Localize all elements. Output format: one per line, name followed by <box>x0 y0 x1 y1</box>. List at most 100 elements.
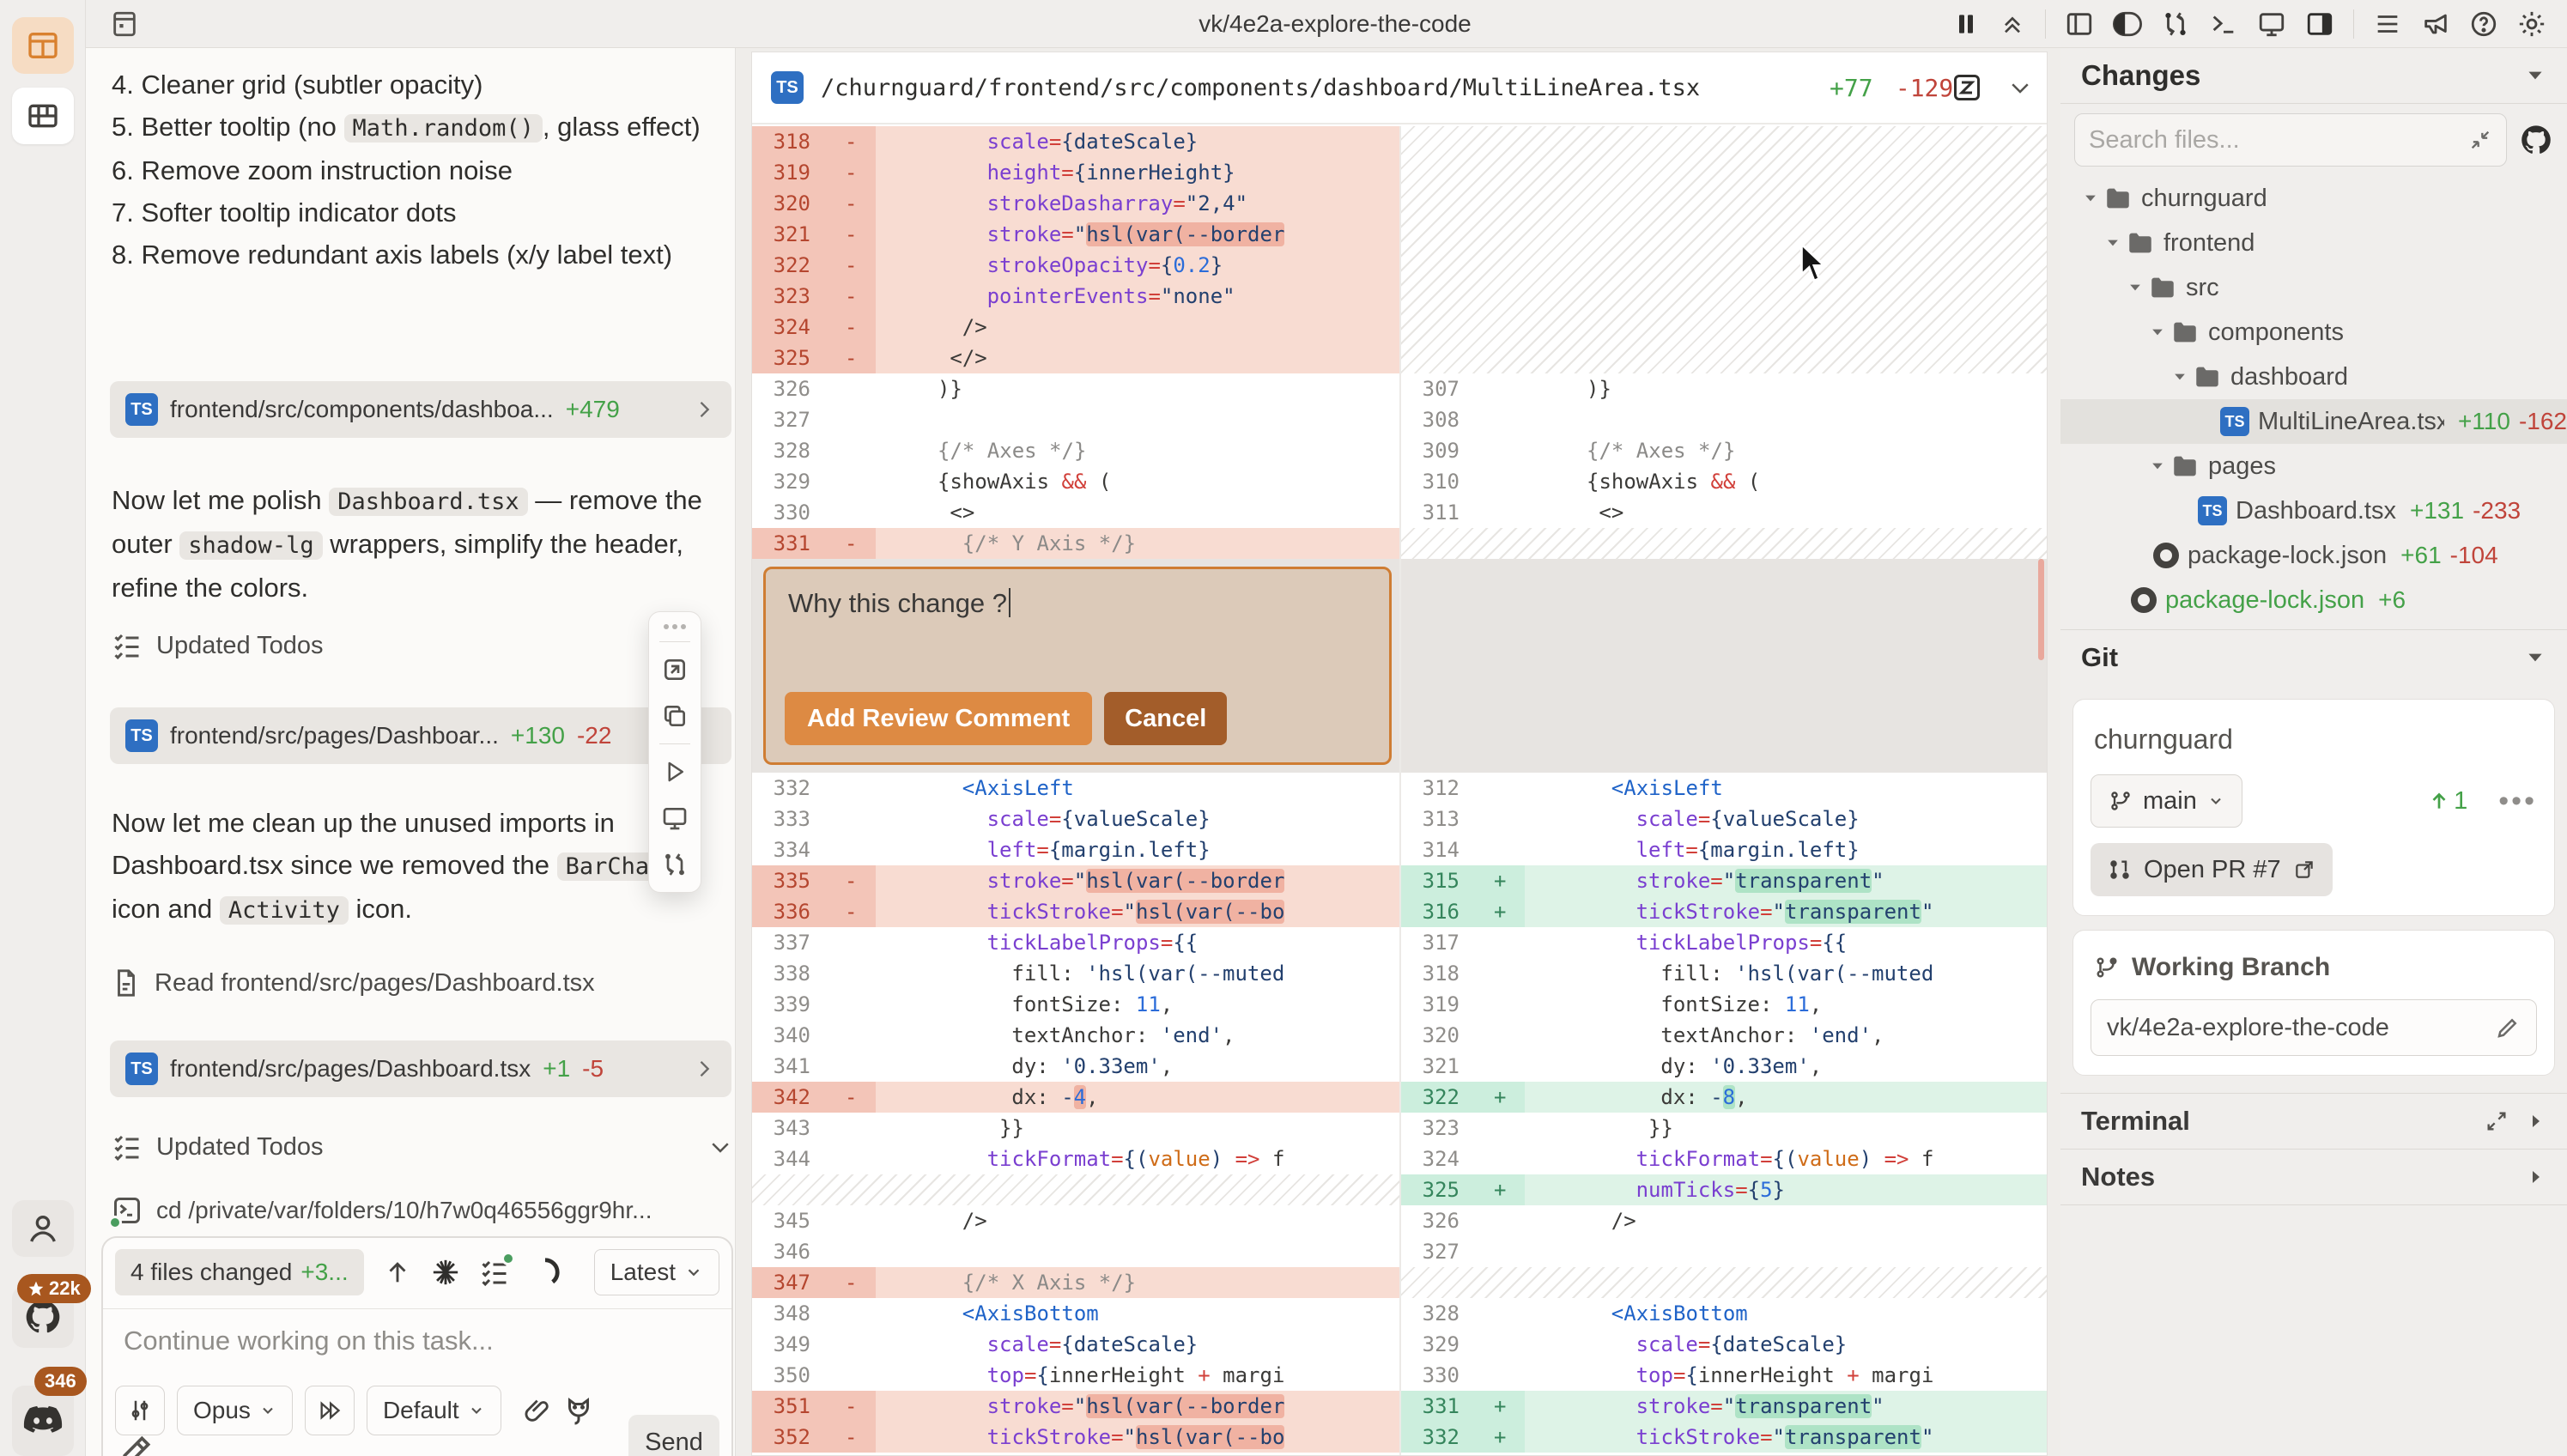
base-branch-dropdown[interactable]: main <box>2091 774 2242 828</box>
diff-line[interactable]: 345/> <box>752 1205 1399 1236</box>
diff-line[interactable]: 332<AxisLeft <box>752 773 1399 804</box>
spark-icon[interactable] <box>431 1258 460 1287</box>
diff-line[interactable]: 330top={innerHeight + margi <box>1401 1360 2048 1391</box>
diff-line[interactable]: 323}} <box>1401 1113 2048 1144</box>
terminal-prompt-icon[interactable] <box>2209 9 2238 39</box>
git-compare-icon[interactable] <box>655 846 695 883</box>
chevron-right-icon[interactable] <box>2526 1167 2546 1187</box>
diff-line[interactable]: 337tickLabelProps={{ <box>752 927 1399 958</box>
diff-line[interactable]: 324-/> <box>752 312 1399 343</box>
diff-line[interactable]: 333scale={valueScale} <box>752 804 1399 834</box>
paperclip-icon[interactable] <box>522 1396 551 1425</box>
tree-folder-pages[interactable]: pages <box>2060 444 2567 488</box>
diff-line[interactable]: 344tickFormat={(value) => f <box>752 1144 1399 1174</box>
caret-down-icon[interactable] <box>2145 458 2170 475</box>
diff-line[interactable]: 308 <box>1401 404 2048 435</box>
caret-down-icon[interactable] <box>2122 279 2148 296</box>
diff-line[interactable]: 346 <box>752 1236 1399 1267</box>
model-dropdown[interactable]: Opus <box>177 1386 293 1435</box>
diff-line[interactable]: 342-dx: -4, <box>752 1082 1399 1113</box>
caret-down-icon[interactable] <box>2145 324 2170 341</box>
collapse-tree-icon[interactable] <box>2468 128 2492 152</box>
diff-line[interactable]: 349scale={dateScale} <box>752 1329 1399 1360</box>
diff-line[interactable]: 318-scale={dateScale} <box>752 126 1399 157</box>
expand-icon[interactable] <box>2485 1109 2509 1133</box>
diff-line[interactable]: 351-stroke="hsl(var(--border <box>752 1391 1399 1422</box>
diff-line[interactable]: 321dy: '0.33em', <box>1401 1051 2048 1082</box>
terminal-section-header[interactable]: Terminal <box>2060 1094 2567 1149</box>
help-icon[interactable] <box>2469 9 2498 39</box>
diff-line[interactable]: 312<AxisLeft <box>1401 773 2048 804</box>
diff-line[interactable]: 323-pointerEvents="none" <box>752 281 1399 312</box>
collapse-up-icon[interactable] <box>1999 10 2026 38</box>
diff-line[interactable]: 334left={margin.left} <box>752 834 1399 865</box>
tree-folder-frontend[interactable]: frontend <box>2060 221 2567 265</box>
diff-line[interactable]: 321-stroke="hsl(var(--border <box>752 219 1399 250</box>
diff-line[interactable]: 329scale={dateScale} <box>1401 1329 2048 1360</box>
diff-line[interactable]: 330<> <box>752 497 1399 528</box>
diff-line[interactable]: 339fontSize: 11, <box>752 989 1399 1020</box>
cancel-button[interactable]: Cancel <box>1104 692 1227 745</box>
files-changed-chip[interactable]: 4 files changed +3... <box>115 1249 364 1295</box>
highlighter-icon[interactable] <box>117 1432 155 1456</box>
chevron-down-icon[interactable] <box>707 1134 733 1160</box>
more-options-icon[interactable]: ••• <box>2498 785 2537 818</box>
diff-line[interactable]: 328<AxisBottom <box>1401 1298 2048 1329</box>
diff-line[interactable]: 325-</> <box>752 343 1399 373</box>
diff-line[interactable]: 328{/* Axes */} <box>752 435 1399 466</box>
review-comment-input[interactable]: Why this change ? <box>788 588 1010 619</box>
panel-right-icon[interactable] <box>2305 9 2334 39</box>
workspace-box-icon[interactable] <box>110 9 139 39</box>
edit-pencil-icon[interactable] <box>2495 1015 2521 1040</box>
updated-todos-row-2[interactable]: Updated Todos <box>112 1131 733 1162</box>
discord-link[interactable] <box>12 1386 74 1456</box>
diff-line[interactable]: 350top={innerHeight + margi <box>752 1360 1399 1391</box>
diff-line[interactable]: 336-tickStroke="hsl(var(--bo <box>752 896 1399 927</box>
diff-line[interactable]: 329{showAxis && ( <box>752 466 1399 497</box>
diff-line[interactable]: 341dy: '0.33em', <box>752 1051 1399 1082</box>
diff-line[interactable]: 320textAnchor: 'end', <box>1401 1020 2048 1051</box>
diff-line[interactable]: 343}} <box>752 1113 1399 1144</box>
compose-note-icon[interactable] <box>655 651 695 689</box>
open-pr-button[interactable]: Open PR #7 <box>2091 843 2333 896</box>
megaphone-icon[interactable] <box>2421 9 2450 39</box>
settings-sliders-button[interactable] <box>115 1386 165 1435</box>
tree-folder-components[interactable]: components <box>2060 310 2567 355</box>
diff-line[interactable]: 335-stroke="hsl(var(--border <box>752 865 1399 896</box>
commits-ahead[interactable]: 1 <box>2428 787 2467 816</box>
latest-dropdown[interactable]: Latest <box>594 1249 719 1295</box>
github-cat-icon[interactable] <box>2519 123 2553 157</box>
chevron-down-icon[interactable] <box>2524 646 2546 669</box>
tree-file-package-lock-json[interactable]: package-lock.json+61-104 <box>2060 533 2567 578</box>
settings-gear-icon[interactable] <box>2517 9 2546 39</box>
display-icon[interactable] <box>2257 9 2286 39</box>
diff-line[interactable]: 324tickFormat={(value) => f <box>1401 1144 2048 1174</box>
diff-line[interactable]: 310{showAxis && ( <box>1401 466 2048 497</box>
diff-line[interactable]: 314left={margin.left} <box>1401 834 2048 865</box>
diff-line[interactable]: 325+numTicks={5} <box>1401 1174 2048 1205</box>
diff-line[interactable]: 322-strokeOpacity={0.2} <box>752 250 1399 281</box>
diff-line[interactable]: 327 <box>752 404 1399 435</box>
search-input[interactable] <box>2089 126 2468 155</box>
collapse-diff-chevron-icon[interactable] <box>2007 75 2033 100</box>
diff-line[interactable]: 331+stroke="transparent" <box>1401 1391 2048 1422</box>
diff-line[interactable]: 352-tickStroke="hsl(var(--bo <box>752 1422 1399 1453</box>
copy-icon[interactable] <box>655 697 695 735</box>
scroll-up-icon[interactable] <box>383 1258 412 1287</box>
theme-contrast-icon[interactable] <box>2113 9 2142 39</box>
add-review-comment-button[interactable]: Add Review Comment <box>785 692 1092 745</box>
diff-line[interactable]: 338fill: 'hsl(var(--muted <box>752 958 1399 989</box>
chevron-right-icon[interactable] <box>2526 1111 2546 1131</box>
search-box[interactable] <box>2074 113 2507 167</box>
account-button[interactable] <box>12 1200 74 1257</box>
diff-line[interactable]: 315+stroke="transparent" <box>1401 865 2048 896</box>
diff-line[interactable]: 332+tickStroke="transparent" <box>1401 1422 2048 1453</box>
fast-forward-button[interactable] <box>305 1386 355 1435</box>
diff-line[interactable]: 318fill: 'hsl(var(--muted <box>1401 958 2048 989</box>
read-file-row[interactable]: Read frontend/src/pages/Dashboard.tsx <box>112 968 733 998</box>
diff-line[interactable]: 309{/* Axes */} <box>1401 435 2048 466</box>
drag-dots-icon[interactable] <box>660 621 689 633</box>
git-compare-icon[interactable] <box>2161 9 2190 39</box>
changes-section-header[interactable]: Changes <box>2060 48 2567 103</box>
review-comment-box[interactable]: Why this change ? Add Review CommentCance… <box>763 567 1392 765</box>
